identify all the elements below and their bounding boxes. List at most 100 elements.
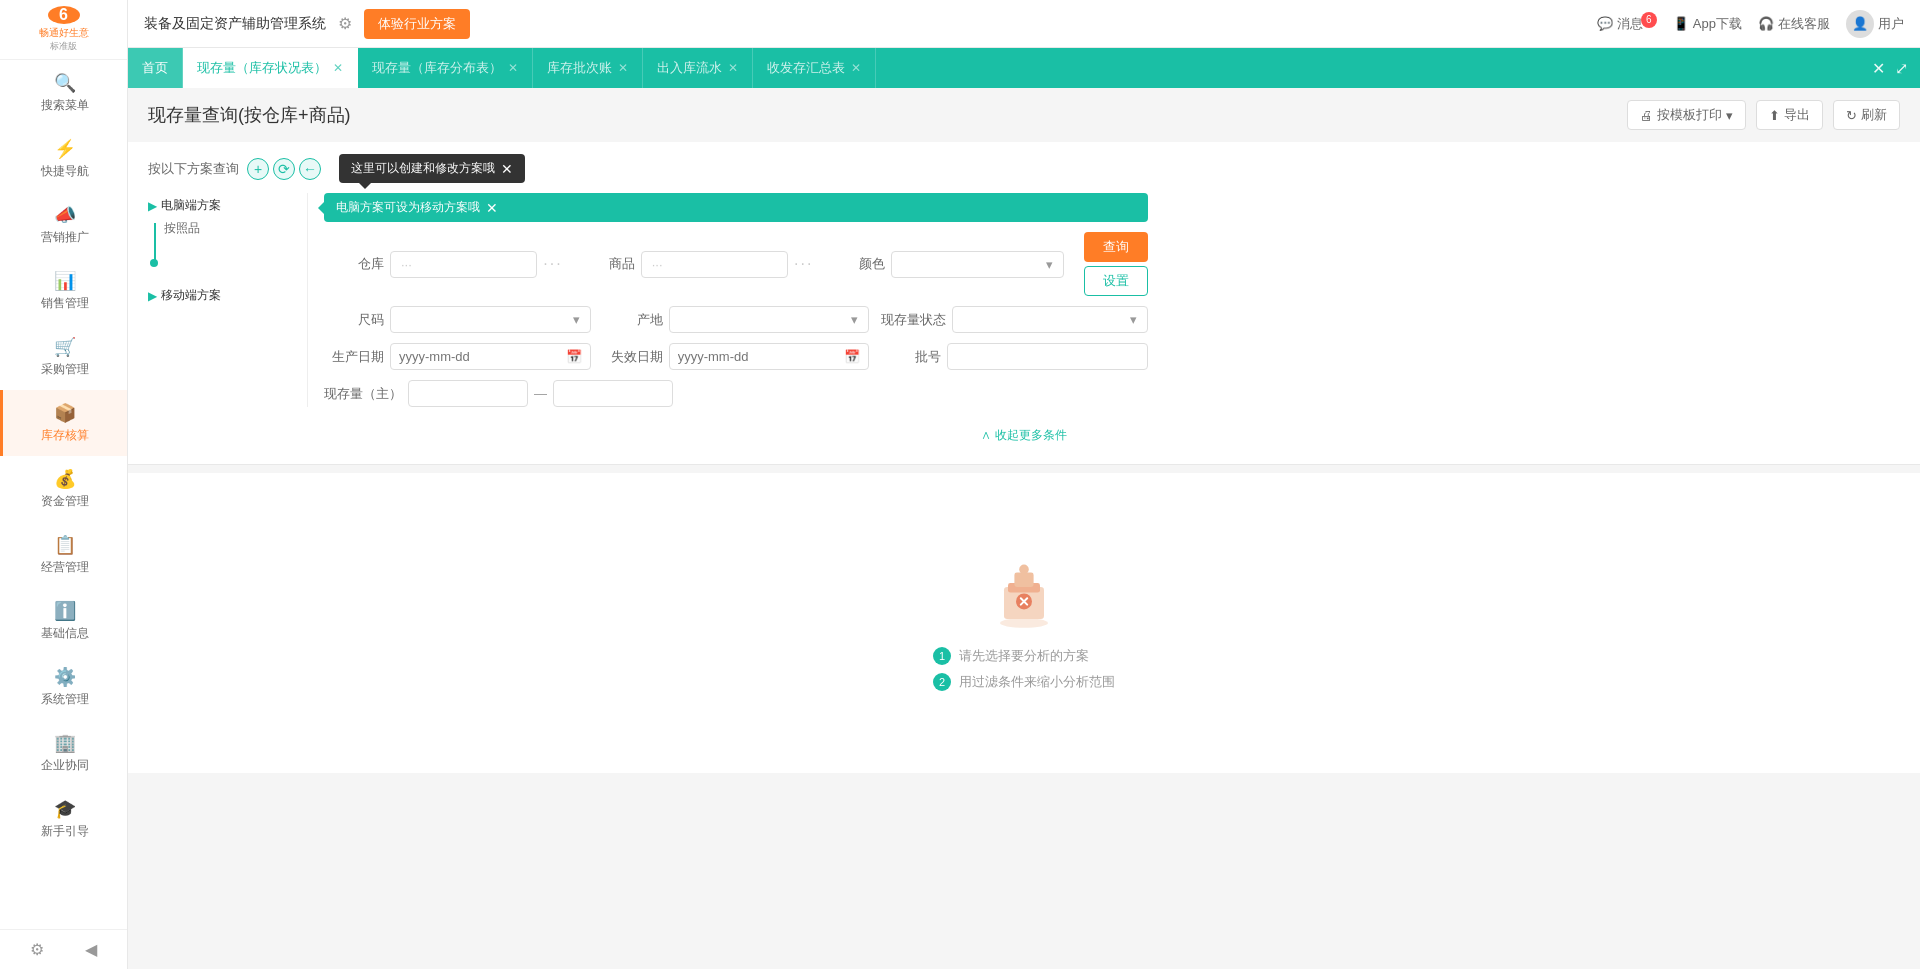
expiry-date-input[interactable] <box>678 349 841 364</box>
user-label: 用户 <box>1878 15 1904 33</box>
expiry-date-input-wrap[interactable]: 📅 <box>669 343 870 370</box>
tab-close-inout-flow[interactable]: ✕ <box>728 61 738 75</box>
sidebar-item-finance[interactable]: 💰 资金管理 <box>0 456 127 522</box>
messages-action[interactable]: 💬 消息 6 <box>1597 15 1657 33</box>
print-template-btn[interactable]: 🖨 按模板打印 ▾ <box>1627 100 1746 130</box>
sidebar-item-basicinfo[interactable]: ℹ️ 基础信息 <box>0 588 127 654</box>
inventory-icon: 📦 <box>54 402 76 424</box>
color-select[interactable]: ▾ <box>891 251 1064 278</box>
reset-btn[interactable]: 设置 <box>1084 266 1148 296</box>
popover-mobile-close[interactable]: ✕ <box>486 201 498 215</box>
sidebar-item-inventory[interactable]: 📦 库存核算 <box>0 390 127 456</box>
desktop-sub-item[interactable]: 按照品 <box>164 218 295 239</box>
stock-status-label: 现存量状态 <box>881 311 946 329</box>
sidebar-item-sales[interactable]: 📊 销售管理 <box>0 258 127 324</box>
top-header-left: 装备及固定资产辅助管理系统 ⚙ 体验行业方案 <box>144 9 470 39</box>
tab-collect-summary[interactable]: 收发存汇总表 ✕ <box>753 48 876 88</box>
sidebar-item-quicknav[interactable]: ⚡ 快捷导航 <box>0 126 127 192</box>
empty-state: 1 请先选择要分析的方案 2 用过滤条件来缩小分析范围 <box>933 495 1115 751</box>
origin-select[interactable]: ▾ <box>669 306 870 333</box>
online-support-action[interactable]: 🎧 在线客服 <box>1758 15 1830 33</box>
filter-row-4: 现存量（主） — <box>324 380 1148 407</box>
user-avatar: 👤 <box>1846 10 1874 38</box>
quicknav-icon: ⚡ <box>54 138 76 160</box>
batch-no-input[interactable] <box>947 343 1148 370</box>
stock-main-to-input[interactable] <box>553 380 673 407</box>
add-scheme-btn[interactable]: + <box>247 158 269 180</box>
expiry-date-label: 失效日期 <box>603 348 663 366</box>
goods-dots[interactable]: ··· <box>794 255 813 273</box>
guide-icon: 🎓 <box>54 798 76 820</box>
empty-tip-1: 1 请先选择要分析的方案 <box>933 647 1115 665</box>
message-icon: 💬 <box>1597 16 1613 31</box>
sidebar-item-enterprise[interactable]: 🏢 企业协同 <box>0 720 127 786</box>
collapse-btn[interactable]: ∧ 收起更多条件 <box>148 419 1900 452</box>
collapse-sidebar-icon[interactable]: ◀ <box>85 940 97 959</box>
finance-icon: 💰 <box>54 468 76 490</box>
sidebar-item-marketing[interactable]: 📣 营销推广 <box>0 192 127 258</box>
mobile-scheme-toggle[interactable]: ▶ 移动端方案 <box>148 283 295 308</box>
sidebar-item-label: 系统管理 <box>41 691 89 708</box>
query-btn[interactable]: 查询 <box>1084 232 1148 262</box>
sidebar-item-guide[interactable]: 🎓 新手引导 <box>0 786 127 852</box>
production-date-input[interactable] <box>399 349 562 364</box>
field-size: 尺码 ▾ <box>324 306 591 333</box>
sidebar-item-search[interactable]: 🔍 搜索菜单 <box>0 60 127 126</box>
popover-create-close[interactable]: ✕ <box>501 162 513 176</box>
tab-close-batch-account[interactable]: ✕ <box>618 61 628 75</box>
svg-point-0 <box>1000 618 1048 628</box>
settings-btn[interactable]: ⚙ <box>338 14 352 33</box>
expiry-date-calendar-icon[interactable]: 📅 <box>844 349 860 364</box>
basicinfo-icon: ℹ️ <box>54 600 76 622</box>
stock-main-label: 现存量（主） <box>324 385 402 403</box>
sidebar-item-label: 快捷导航 <box>41 163 89 180</box>
production-date-calendar-icon[interactable]: 📅 <box>566 349 582 364</box>
sidebar-item-operations[interactable]: 📋 经营管理 <box>0 522 127 588</box>
page-title: 现存量查询(按仓库+商品) <box>148 103 351 127</box>
sidebar-logo: 6 畅通好生意 标准版 <box>0 0 127 60</box>
main-wrapper: 装备及固定资产辅助管理系统 ⚙ 体验行业方案 💬 消息 6 📱 App下载 🎧 … <box>128 0 1920 969</box>
content-header: 现存量查询(按仓库+商品) 🖨 按模板打印 ▾ ⬆ 导出 ↻ 刷新 <box>128 88 1920 142</box>
tab-inventory-status[interactable]: 现存量（库存状况表） ✕ <box>183 48 358 88</box>
back-scheme-btn[interactable]: ← <box>299 158 321 180</box>
tab-home[interactable]: 首页 <box>128 48 183 88</box>
refresh-scheme-btn[interactable]: ⟳ <box>273 158 295 180</box>
industry-btn[interactable]: 体验行业方案 <box>364 9 470 39</box>
close-all-tabs-btn[interactable]: ✕ <box>1872 59 1885 78</box>
settings-footer-icon[interactable]: ⚙ <box>30 940 44 959</box>
mobile-scheme-label: 移动端方案 <box>161 287 221 304</box>
field-warehouse: 仓库 ··· ··· <box>324 251 563 278</box>
sidebar-item-label: 基础信息 <box>41 625 89 642</box>
app-download-action[interactable]: 📱 App下载 <box>1673 15 1742 33</box>
operations-icon: 📋 <box>54 534 76 556</box>
headset-icon: 🎧 <box>1758 16 1774 31</box>
sidebar: 6 畅通好生意 标准版 🔍 搜索菜单 ⚡ 快捷导航 📣 营销推广 📊 销售管理 … <box>0 0 128 969</box>
stock-main-from-input[interactable] <box>408 380 528 407</box>
purchase-icon: 🛒 <box>54 336 76 358</box>
goods-select[interactable]: ··· <box>641 251 788 278</box>
warehouse-dots[interactable]: ··· <box>543 255 562 273</box>
tab-close-inventory-dist[interactable]: ✕ <box>508 61 518 75</box>
tab-inout-flow-label: 出入库流水 <box>657 59 722 77</box>
tab-batch-account[interactable]: 库存批次账 ✕ <box>533 48 643 88</box>
tab-inventory-dist[interactable]: 现存量（库存分布表） ✕ <box>358 48 533 88</box>
refresh-btn[interactable]: ↻ 刷新 <box>1833 100 1900 130</box>
production-date-label: 生产日期 <box>324 348 384 366</box>
production-date-input-wrap[interactable]: 📅 <box>390 343 591 370</box>
tab-close-collect-summary[interactable]: ✕ <box>851 61 861 75</box>
sidebar-item-system[interactable]: ⚙️ 系统管理 <box>0 654 127 720</box>
user-action[interactable]: 👤 用户 <box>1846 10 1904 38</box>
size-select[interactable]: ▾ <box>390 306 591 333</box>
desktop-scheme-toggle[interactable]: ▶ 电脑端方案 <box>148 193 295 218</box>
maximize-btn[interactable]: ⤢ <box>1895 59 1908 78</box>
sidebar-item-purchase[interactable]: 🛒 采购管理 <box>0 324 127 390</box>
sidebar-item-label: 销售管理 <box>41 295 89 312</box>
tab-inout-flow[interactable]: 出入库流水 ✕ <box>643 48 753 88</box>
sidebar-item-label: 经营管理 <box>41 559 89 576</box>
export-btn[interactable]: ⬆ 导出 <box>1756 100 1823 130</box>
goods-label: 商品 <box>575 255 635 273</box>
tab-close-inventory-status[interactable]: ✕ <box>333 61 343 75</box>
stock-status-select[interactable]: ▾ <box>952 306 1148 333</box>
warehouse-select[interactable]: ··· <box>390 251 537 278</box>
sidebar-item-label: 采购管理 <box>41 361 89 378</box>
